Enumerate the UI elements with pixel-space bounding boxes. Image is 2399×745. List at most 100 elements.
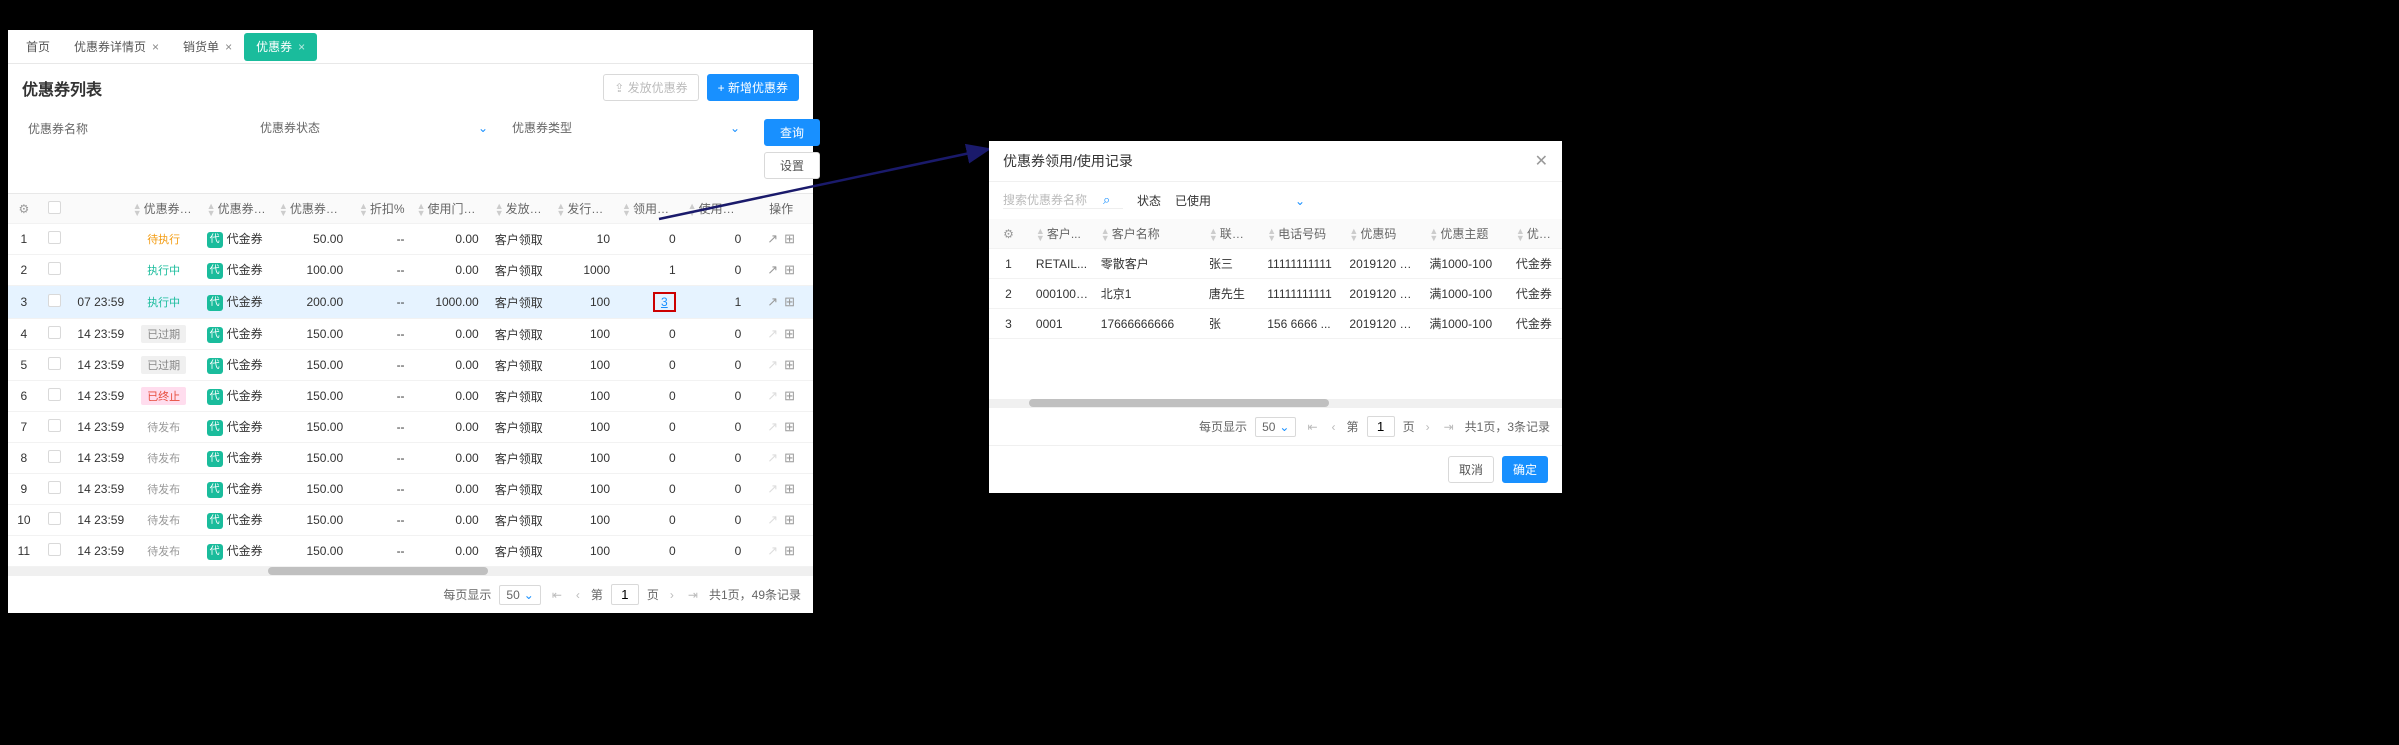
query-button[interactable]: 查询 (764, 119, 820, 146)
prev-page-button[interactable]: ‹ (573, 588, 583, 602)
page-input[interactable] (611, 584, 639, 605)
qr-icon[interactable]: ⊞ (784, 294, 795, 309)
page-input[interactable] (1367, 416, 1395, 437)
table-row[interactable]: 2 00010001 北京1 唐先生 11111111111 2019120 7… (989, 279, 1562, 309)
horizontal-scrollbar[interactable] (989, 399, 1562, 407)
col-subject[interactable]: ▲▼优惠主题 (1421, 219, 1507, 249)
tab[interactable]: 销货单× (171, 33, 244, 61)
filter-type-select[interactable]: ⌄ (580, 121, 740, 135)
col-phone[interactable]: ▲▼电话号码 (1259, 219, 1341, 249)
per-page-select[interactable]: 50⌄ (499, 585, 540, 605)
table-row[interactable]: 1 RETAIL... 零散客户 张三 11111111111 2019120 … (989, 249, 1562, 279)
table-row[interactable]: 6 14 23:59 已终止 代代金券 150.00 -- 0.00 客户领取 … (8, 381, 813, 412)
open-icon[interactable]: ↗ (767, 231, 778, 246)
last-page-button[interactable]: ⇥ (685, 588, 701, 602)
col-status[interactable]: ▲▼优惠券状态 (129, 194, 199, 224)
col-claim[interactable]: ▲▼领用数量 (618, 194, 684, 224)
qr-icon[interactable]: ⊞ (784, 388, 795, 403)
tab[interactable]: 优惠券详情页× (62, 33, 171, 61)
open-icon[interactable]: ↗ (767, 262, 778, 277)
table-row[interactable]: 9 14 23:59 待发布 代代金券 150.00 -- 0.00 客户领取 … (8, 474, 813, 505)
row-checkbox[interactable] (48, 357, 61, 370)
row-checkbox[interactable] (48, 262, 61, 275)
qr-icon[interactable]: ⊞ (784, 231, 795, 246)
last-page-button[interactable]: ⇥ (1441, 420, 1457, 434)
page-summary: 共1页，49条记录 (709, 586, 801, 603)
cancel-button[interactable]: 取消 (1448, 456, 1494, 483)
open-icon: ↗ (767, 512, 778, 527)
voucher-icon: 代 (207, 451, 223, 467)
add-coupon-button[interactable]: + 新增优惠券 (707, 74, 799, 101)
row-checkbox[interactable] (48, 294, 61, 307)
confirm-button[interactable]: 确定 (1502, 456, 1548, 483)
filter-status-select[interactable]: ⌄ (328, 121, 488, 135)
first-page-button[interactable]: ⇤ (549, 588, 565, 602)
col-face[interactable]: ▲▼优惠券面值 (275, 194, 351, 224)
search-icon[interactable]: ⌕ (1103, 192, 1110, 208)
qr-icon[interactable]: ⊞ (784, 357, 795, 372)
col-discount[interactable]: ▲▼折扣% (351, 194, 412, 224)
row-checkbox[interactable] (48, 231, 61, 244)
col-threshold[interactable]: ▲▼使用门槛... (413, 194, 487, 224)
row-checkbox[interactable] (48, 481, 61, 494)
table-row[interactable]: 10 14 23:59 待发布 代代金券 150.00 -- 0.00 客户领取… (8, 505, 813, 536)
qr-icon[interactable]: ⊞ (784, 262, 795, 277)
qr-icon[interactable]: ⊞ (784, 512, 795, 527)
sort-icon: ▲▼ (133, 203, 142, 217)
table-row[interactable]: 3 07 23:59 执行中 代代金券 200.00 -- 1000.00 客户… (8, 286, 813, 319)
qr-icon[interactable]: ⊞ (784, 481, 795, 496)
first-page-button[interactable]: ⇤ (1304, 420, 1320, 434)
qr-icon[interactable]: ⊞ (784, 419, 795, 434)
status-filter-select[interactable]: 已使用⌄ (1175, 192, 1305, 209)
open-icon: ↗ (767, 543, 778, 558)
voucher-icon: 代 (207, 482, 223, 498)
row-checkbox[interactable] (48, 388, 61, 401)
table-row[interactable]: 8 14 23:59 待发布 代代金券 150.00 -- 0.00 客户领取 … (8, 443, 813, 474)
checkbox-column[interactable] (40, 194, 70, 224)
voucher-icon: 代 (207, 544, 223, 560)
row-checkbox[interactable] (48, 543, 61, 556)
close-icon[interactable]: × (225, 40, 232, 54)
next-page-button[interactable]: › (1423, 420, 1433, 434)
row-checkbox[interactable] (48, 419, 61, 432)
settings-button[interactable]: 设置 (764, 152, 820, 179)
col-issue[interactable]: ▲▼发行数量 (552, 194, 618, 224)
col-cust-name[interactable]: ▲▼客户名称 (1093, 219, 1201, 249)
qr-icon[interactable]: ⊞ (784, 326, 795, 341)
table-row[interactable]: 11 14 23:59 待发布 代代金券 150.00 -- 0.00 客户领取… (8, 536, 813, 567)
row-checkbox[interactable] (48, 326, 61, 339)
horizontal-scrollbar[interactable] (8, 567, 813, 575)
distribute-coupon-button[interactable]: ⇪ 发放优惠券 (603, 74, 698, 101)
gear-column[interactable]: ⚙ (989, 219, 1028, 249)
col-code[interactable]: ▲▼优惠码 (1341, 219, 1421, 249)
col-contact[interactable]: ▲▼联系人 (1201, 219, 1259, 249)
table-row[interactable]: 5 14 23:59 已过期 代代金券 150.00 -- 0.00 客户领取 … (8, 350, 813, 381)
table-row[interactable]: 7 14 23:59 待发布 代代金券 150.00 -- 0.00 客户领取 … (8, 412, 813, 443)
table-row[interactable]: 2 执行中 代代金券 100.00 -- 0.00 客户领取 1000 1 0 … (8, 255, 813, 286)
filter-name-input[interactable] (96, 119, 236, 138)
row-checkbox[interactable] (48, 450, 61, 463)
tab[interactable]: 首页 (14, 33, 62, 61)
tab[interactable]: 优惠券× (244, 33, 317, 61)
close-button[interactable]: ✕ (1535, 151, 1548, 171)
search-input[interactable] (1003, 193, 1103, 207)
qr-icon[interactable]: ⊞ (784, 543, 795, 558)
open-icon[interactable]: ↗ (767, 294, 778, 309)
table-row[interactable]: 3 0001 17666666666 张 156 6666 ... 201912… (989, 309, 1562, 339)
prev-page-button[interactable]: ‹ (1329, 420, 1339, 434)
col-method[interactable]: ▲▼发放方式 (487, 194, 553, 224)
gear-column[interactable]: ⚙ (8, 194, 40, 224)
close-icon[interactable]: × (152, 40, 159, 54)
col-type[interactable]: ▲▼优惠券类型 (199, 194, 275, 224)
col-use[interactable]: ▲▼使用数量 (684, 194, 750, 224)
table-row[interactable]: 4 14 23:59 已过期 代代金券 150.00 -- 0.00 客户领取 … (8, 319, 813, 350)
close-icon[interactable]: × (298, 40, 305, 54)
next-page-button[interactable]: › (667, 588, 677, 602)
col-cust-no[interactable]: ▲▼客户... (1028, 219, 1093, 249)
row-checkbox[interactable] (48, 512, 61, 525)
col-type[interactable]: ▲▼优惠券类 (1508, 219, 1562, 249)
qr-icon[interactable]: ⊞ (784, 450, 795, 465)
per-page-select[interactable]: 50⌄ (1255, 417, 1296, 437)
claim-count-link[interactable]: 3 (661, 295, 668, 309)
table-row[interactable]: 1 待执行 代代金券 50.00 -- 0.00 客户领取 10 0 0 ↗⊞ (8, 224, 813, 255)
